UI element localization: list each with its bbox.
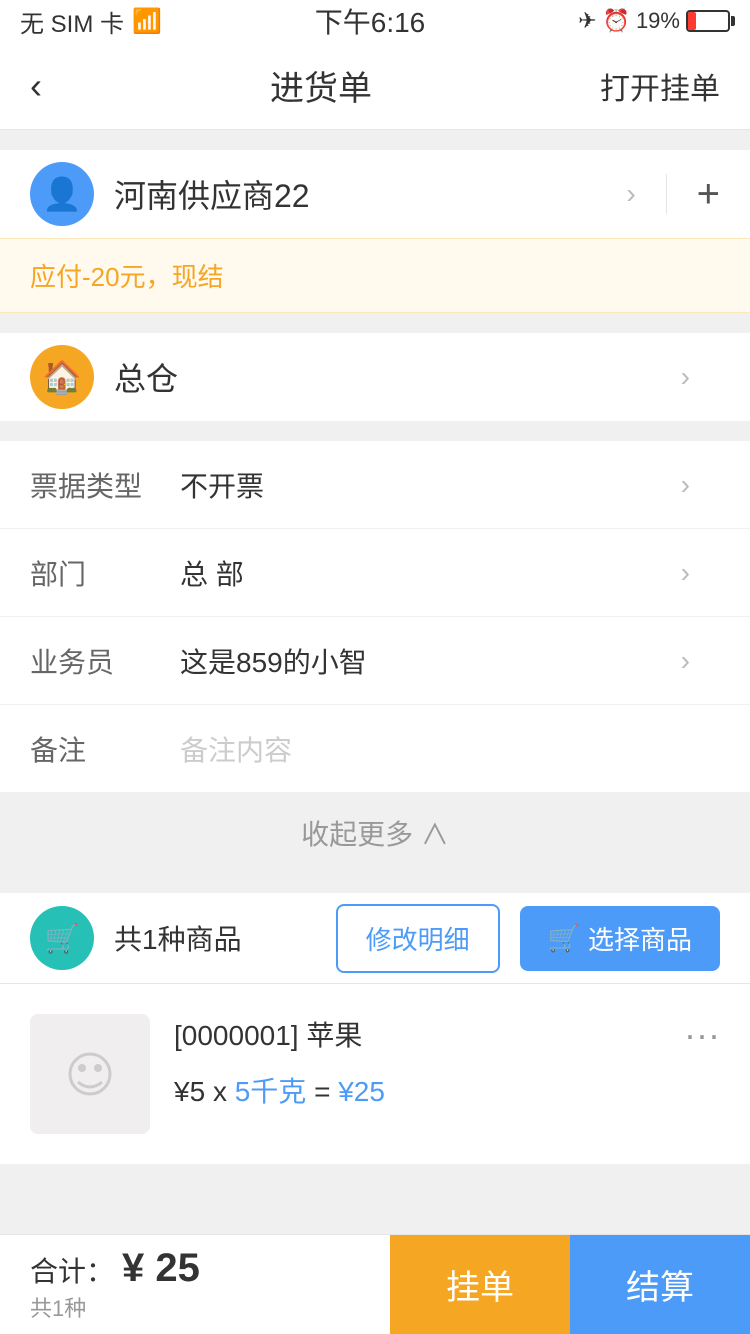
back-button[interactable]: ‹	[30, 65, 42, 107]
supplier-avatar: 👤	[30, 162, 94, 226]
nav-bar: ‹ 进货单 打开挂单	[0, 42, 750, 130]
settle-button[interactable]: 结算	[570, 1235, 750, 1334]
remark-label: 备注	[30, 729, 160, 769]
separator	[666, 174, 667, 214]
gap-1	[0, 130, 750, 150]
remark-row[interactable]: 备注 备注内容	[0, 705, 750, 793]
product-more-button[interactable]: ···	[684, 1014, 720, 1056]
battery-percent: 19%	[636, 8, 680, 34]
open-hang-button[interactable]: 打开挂单	[600, 64, 720, 108]
product-header-section: 🛒 共1种商品 修改明细 🛒 选择商品	[0, 893, 750, 983]
location-icon: ✈	[578, 8, 596, 34]
supplier-chevron-icon: ›	[626, 178, 635, 210]
invoice-type-row[interactable]: 票据类型 不开票 ›	[0, 441, 750, 529]
salesperson-row[interactable]: 业务员 这是859的小智 ›	[0, 617, 750, 705]
status-bar: 无 SIM 卡 📶 下午6:16 ✈ ⏰ 19%	[0, 0, 750, 42]
product-bar-icon: 🛒	[30, 906, 94, 970]
salesperson-chevron-icon: ›	[681, 645, 690, 677]
select-product-button[interactable]: 🛒 选择商品	[520, 906, 720, 971]
notice-text: 应付-20元，现结	[30, 262, 224, 292]
wifi-icon: 📶	[132, 7, 162, 36]
invoice-type-value: 不开票	[160, 465, 681, 505]
sim-label: 无 SIM 卡	[20, 4, 124, 39]
gap-3	[0, 421, 750, 441]
cart-icon: 🛒	[45, 922, 80, 955]
product-item-section: [0000001] 苹果 ¥5 x 5千克 = ¥25 ···	[0, 984, 750, 1164]
salesperson-value: 这是859的小智	[160, 641, 681, 681]
product-price: ¥5	[174, 1076, 205, 1107]
product-total: ¥25	[338, 1076, 385, 1107]
invoice-chevron-icon: ›	[681, 469, 690, 501]
department-value: 总 部	[160, 553, 681, 593]
select-product-label: 选择商品	[588, 920, 692, 957]
product-title: [0000001] 苹果	[174, 1014, 660, 1054]
add-supplier-icon[interactable]: +	[697, 172, 720, 217]
product-name: 苹果	[306, 1020, 362, 1051]
product-thumbnail	[30, 1014, 150, 1134]
gap-4	[0, 873, 750, 893]
invoice-type-label: 票据类型	[30, 465, 160, 505]
supplier-row[interactable]: 👤 河南供应商22 › +	[0, 150, 750, 238]
edit-detail-button[interactable]: 修改明细	[336, 904, 500, 973]
avatar-icon: 👤	[42, 175, 82, 213]
product-qty: 5千克	[235, 1076, 307, 1107]
time-display: 下午6:16	[315, 1, 426, 41]
total-sub: 共1种	[30, 1291, 360, 1323]
status-right: ✈ ⏰ 19%	[578, 8, 730, 34]
warehouse-section: 🏠 总仓 ›	[0, 333, 750, 421]
alarm-icon: ⏰	[603, 8, 630, 34]
price-multiply: x	[213, 1076, 235, 1107]
battery-icon	[686, 10, 730, 32]
home-icon: 🏠	[42, 358, 82, 396]
price-equals: =	[314, 1076, 338, 1107]
status-left: 无 SIM 卡 📶	[20, 4, 162, 39]
notice-bar: 应付-20元，现结	[0, 238, 750, 313]
department-label: 部门	[30, 553, 160, 593]
warehouse-name: 总仓	[114, 354, 681, 400]
department-chevron-icon: ›	[681, 557, 690, 589]
bottom-bar: 合计： ¥ 25 共1种 挂单 结算	[0, 1234, 750, 1334]
salesperson-label: 业务员	[30, 641, 160, 681]
product-price-row: ¥5 x 5千克 = ¥25	[174, 1070, 660, 1110]
form-section: 票据类型 不开票 › 部门 总 部 › 业务员 这是859的小智 › 备注 备注…	[0, 441, 750, 793]
collapse-bar[interactable]: 收起更多 ∧	[0, 793, 750, 873]
total-section: 合计： ¥ 25 共1种	[0, 1235, 390, 1334]
total-amount: ¥ 25	[122, 1246, 200, 1291]
supplier-section: 👤 河南供应商22 › + 应付-20元，现结	[0, 150, 750, 313]
product-bar: 🛒 共1种商品 修改明细 🛒 选择商品	[0, 893, 750, 983]
product-info: [0000001] 苹果 ¥5 x 5千克 = ¥25	[174, 1014, 660, 1110]
product-count: 共1种商品	[114, 918, 316, 958]
supplier-name: 河南供应商22	[114, 171, 626, 217]
gap-2	[0, 313, 750, 333]
page-title: 进货单	[270, 61, 372, 110]
total-main: 合计： ¥ 25	[30, 1246, 360, 1291]
product-code: [0000001]	[174, 1020, 299, 1051]
warehouse-icon: 🏠	[30, 345, 94, 409]
warehouse-chevron-icon: ›	[681, 361, 690, 393]
select-product-icon: 🛒	[548, 923, 580, 954]
warehouse-row[interactable]: 🏠 总仓 ›	[0, 333, 750, 421]
total-label: 合计：	[30, 1250, 114, 1290]
department-row[interactable]: 部门 总 部 ›	[0, 529, 750, 617]
product-item: [0000001] 苹果 ¥5 x 5千克 = ¥25 ···	[0, 984, 750, 1164]
remark-input[interactable]: 备注内容	[160, 729, 720, 769]
hang-button[interactable]: 挂单	[390, 1235, 570, 1334]
